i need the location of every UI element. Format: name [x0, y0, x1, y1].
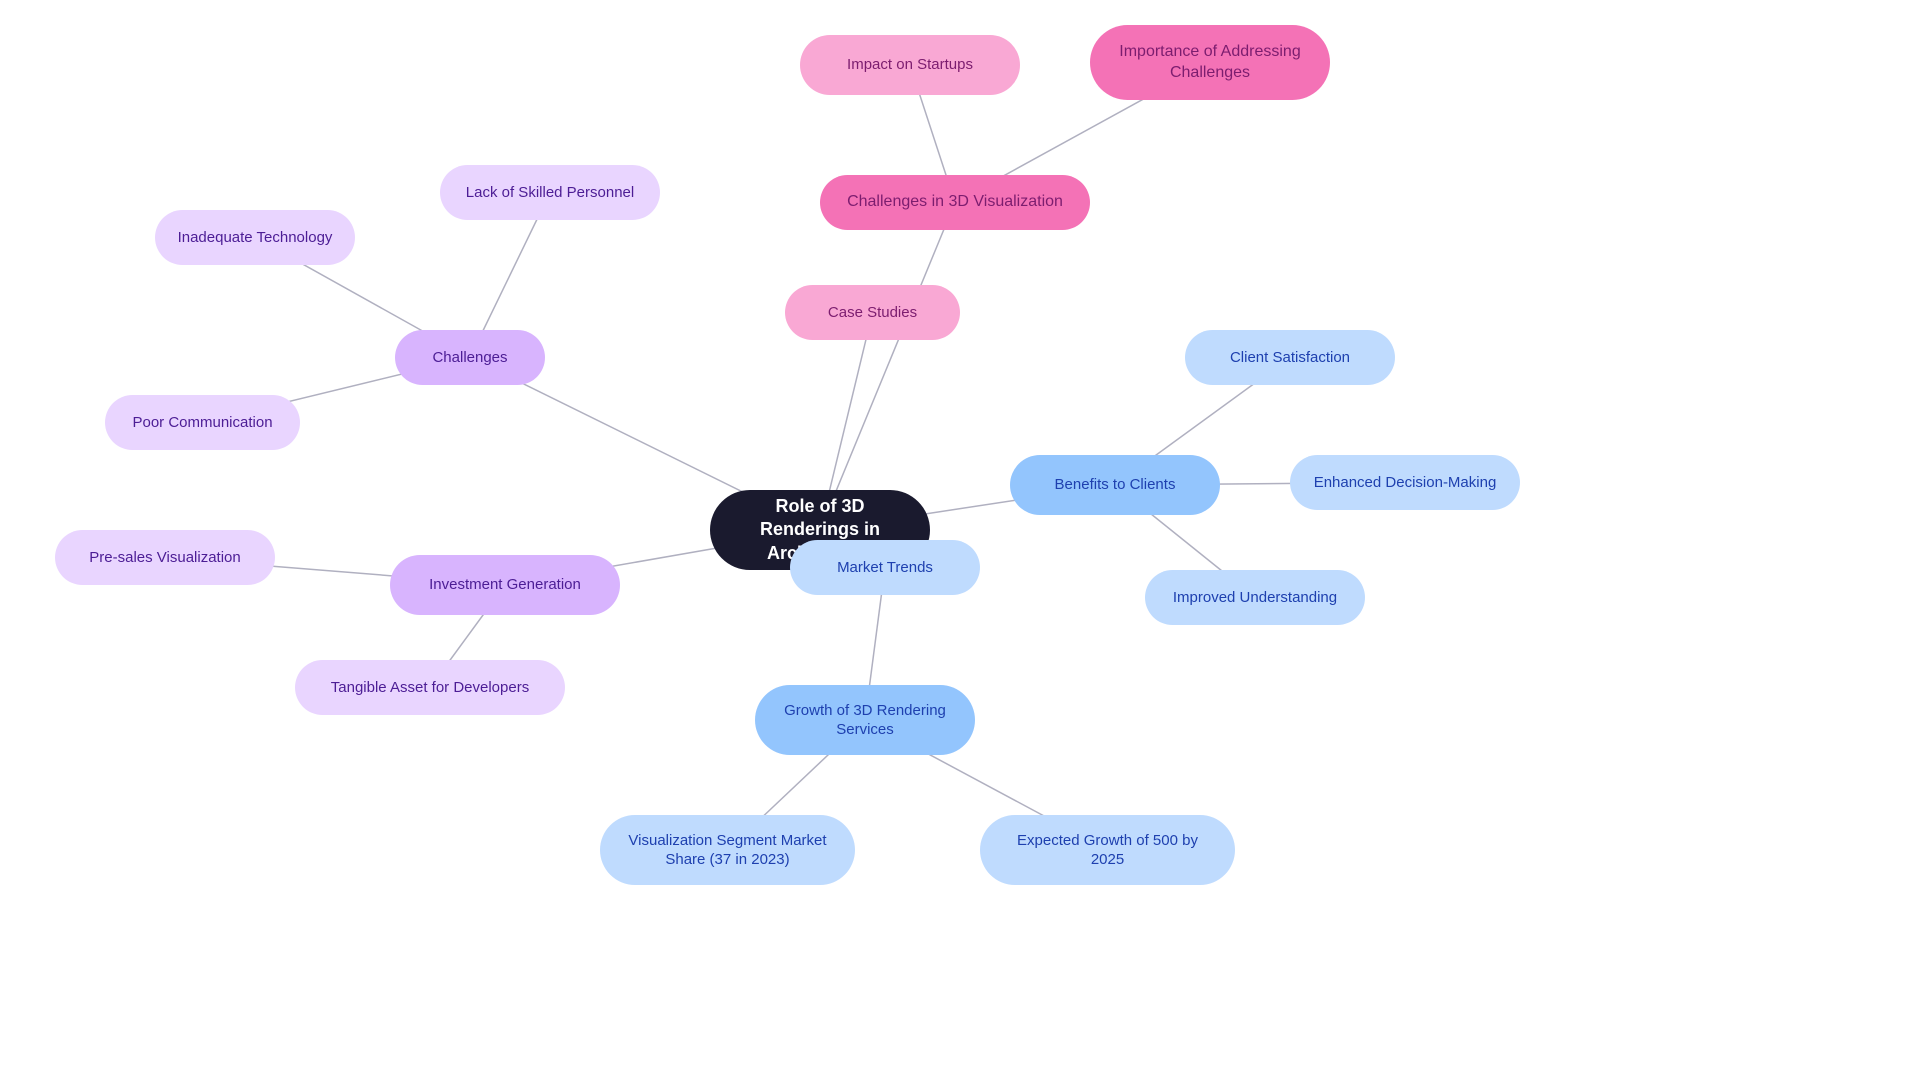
- lack-skilled-node: Lack of Skilled Personnel: [440, 165, 660, 220]
- improved-understanding-label: Improved Understanding: [1173, 588, 1337, 608]
- enhanced-decision-node: Enhanced Decision-Making: [1290, 455, 1520, 510]
- tangible-asset-label: Tangible Asset for Developers: [331, 678, 529, 698]
- lack-skilled-label: Lack of Skilled Personnel: [466, 183, 634, 203]
- poor-comm-node: Poor Communication: [105, 395, 300, 450]
- viz-segment-node: Visualization Segment Market Share (37 i…: [600, 815, 855, 885]
- challenges-3d-node: Challenges in 3D Visualization: [820, 175, 1090, 230]
- investment-gen-node: Investment Generation: [390, 555, 620, 615]
- benefits-clients-label: Benefits to Clients: [1055, 475, 1176, 495]
- challenges-node: Challenges: [395, 330, 545, 385]
- challenges-3d-label: Challenges in 3D Visualization: [847, 192, 1063, 213]
- pre-sales-node: Pre-sales Visualization: [55, 530, 275, 585]
- market-trends-node: Market Trends: [790, 540, 980, 595]
- impact-startups-node: Impact on Startups: [800, 35, 1020, 95]
- inadequate-tech-label: Inadequate Technology: [178, 228, 333, 248]
- viz-segment-label: Visualization Segment Market Share (37 i…: [628, 831, 826, 870]
- investment-gen-label: Investment Generation: [429, 575, 581, 595]
- tangible-asset-node: Tangible Asset for Developers: [295, 660, 565, 715]
- impact-startups-label: Impact on Startups: [847, 55, 973, 75]
- enhanced-decision-label: Enhanced Decision-Making: [1314, 473, 1497, 493]
- case-studies-node: Case Studies: [785, 285, 960, 340]
- growth-3d-label: Growth of 3D Rendering Services: [784, 701, 946, 740]
- importance-addressing-node: Importance of Addressing Challenges: [1090, 25, 1330, 100]
- client-satisfaction-node: Client Satisfaction: [1185, 330, 1395, 385]
- case-studies-label: Case Studies: [828, 303, 917, 323]
- market-trends-label: Market Trends: [837, 558, 933, 578]
- growth-3d-node: Growth of 3D Rendering Services: [755, 685, 975, 755]
- expected-growth-label: Expected Growth of 500 by 2025: [1017, 831, 1198, 870]
- challenges-label: Challenges: [432, 348, 507, 368]
- client-satisfaction-label: Client Satisfaction: [1230, 348, 1350, 368]
- improved-understanding-node: Improved Understanding: [1145, 570, 1365, 625]
- benefits-clients-node: Benefits to Clients: [1010, 455, 1220, 515]
- pre-sales-label: Pre-sales Visualization: [89, 548, 240, 568]
- inadequate-tech-node: Inadequate Technology: [155, 210, 355, 265]
- poor-comm-label: Poor Communication: [132, 413, 272, 433]
- importance-addressing-label: Importance of Addressing Challenges: [1119, 42, 1300, 84]
- expected-growth-node: Expected Growth of 500 by 2025: [980, 815, 1235, 885]
